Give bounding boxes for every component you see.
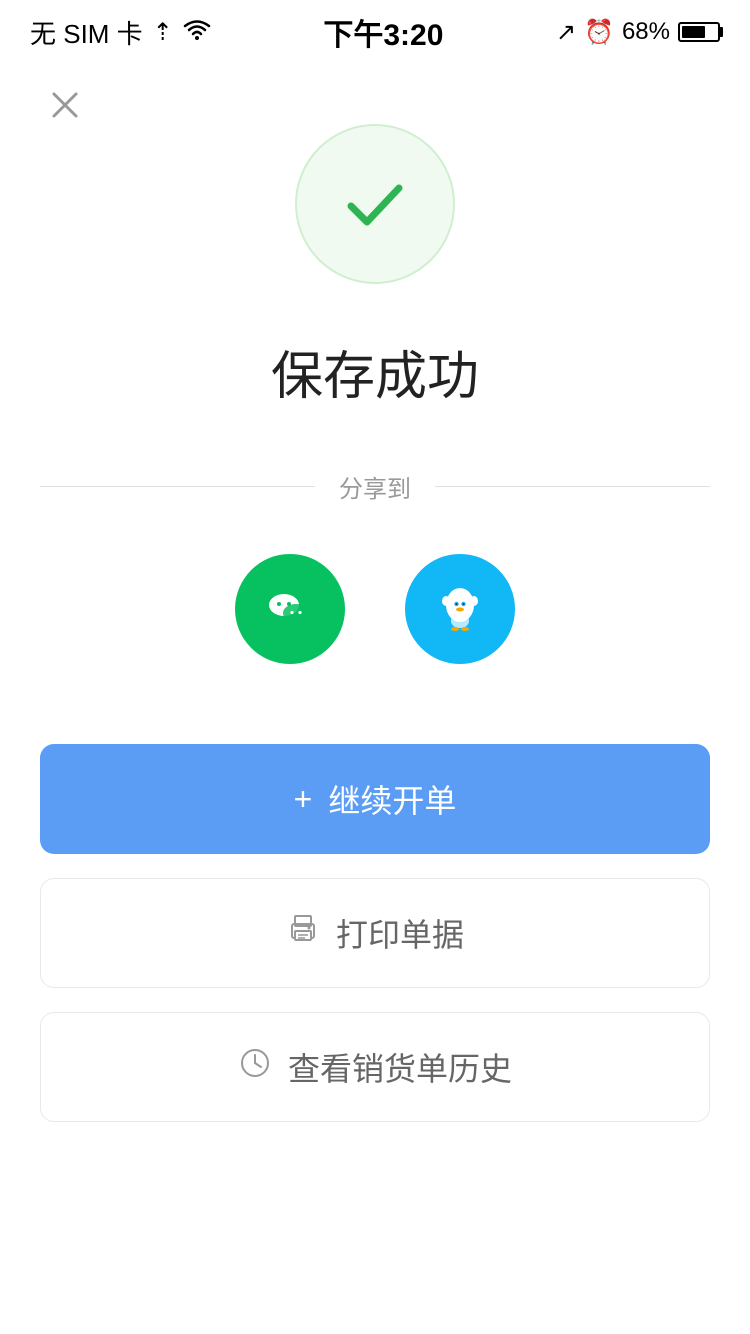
clock-icon bbox=[238, 1046, 272, 1088]
qq-share-button[interactable] bbox=[405, 554, 515, 664]
status-time: 下午3:20 bbox=[323, 10, 443, 54]
continue-button-label: 继续开单 bbox=[328, 776, 456, 822]
divider-left bbox=[40, 486, 315, 487]
history-button-label: 查看销货单历史 bbox=[288, 1044, 512, 1090]
status-bar: 无 SIM 卡 ⇡ 下午3:20 ↗ ⏰ 68% bbox=[0, 0, 750, 64]
battery-icon bbox=[678, 22, 720, 42]
qq-icon bbox=[428, 577, 492, 641]
action-buttons: + 继续开单 打印单据 bbox=[0, 744, 750, 1122]
status-left: 无 SIM 卡 ⇡ bbox=[30, 14, 211, 51]
main-content: 保存成功 分享到 bbox=[0, 64, 750, 1122]
close-button[interactable] bbox=[40, 80, 90, 130]
success-title: 保存成功 bbox=[271, 334, 479, 409]
battery-percent: 68% bbox=[622, 18, 670, 46]
location-icon: ↗ bbox=[556, 18, 576, 47]
success-icon-circle bbox=[295, 124, 455, 284]
continue-button[interactable]: + 继续开单 bbox=[40, 744, 710, 854]
carrier-text: 无 SIM 卡 bbox=[30, 14, 143, 51]
plus-icon: + bbox=[294, 781, 313, 818]
print-button-label: 打印单据 bbox=[336, 910, 464, 956]
divider-right bbox=[435, 486, 710, 487]
share-divider: 分享到 bbox=[0, 469, 750, 504]
share-icons bbox=[235, 554, 515, 664]
wifi-signal bbox=[183, 17, 211, 48]
share-label: 分享到 bbox=[315, 469, 435, 504]
checkmark-icon bbox=[335, 164, 415, 244]
print-button[interactable]: 打印单据 bbox=[40, 878, 710, 988]
history-button[interactable]: 查看销货单历史 bbox=[40, 1012, 710, 1122]
print-icon bbox=[286, 912, 320, 954]
alarm-icon: ⏰ bbox=[584, 18, 614, 47]
status-right: ↗ ⏰ 68% bbox=[556, 18, 720, 47]
wifi-icon: ⇡ bbox=[153, 18, 173, 47]
wechat-icon bbox=[258, 577, 322, 641]
wechat-share-button[interactable] bbox=[235, 554, 345, 664]
